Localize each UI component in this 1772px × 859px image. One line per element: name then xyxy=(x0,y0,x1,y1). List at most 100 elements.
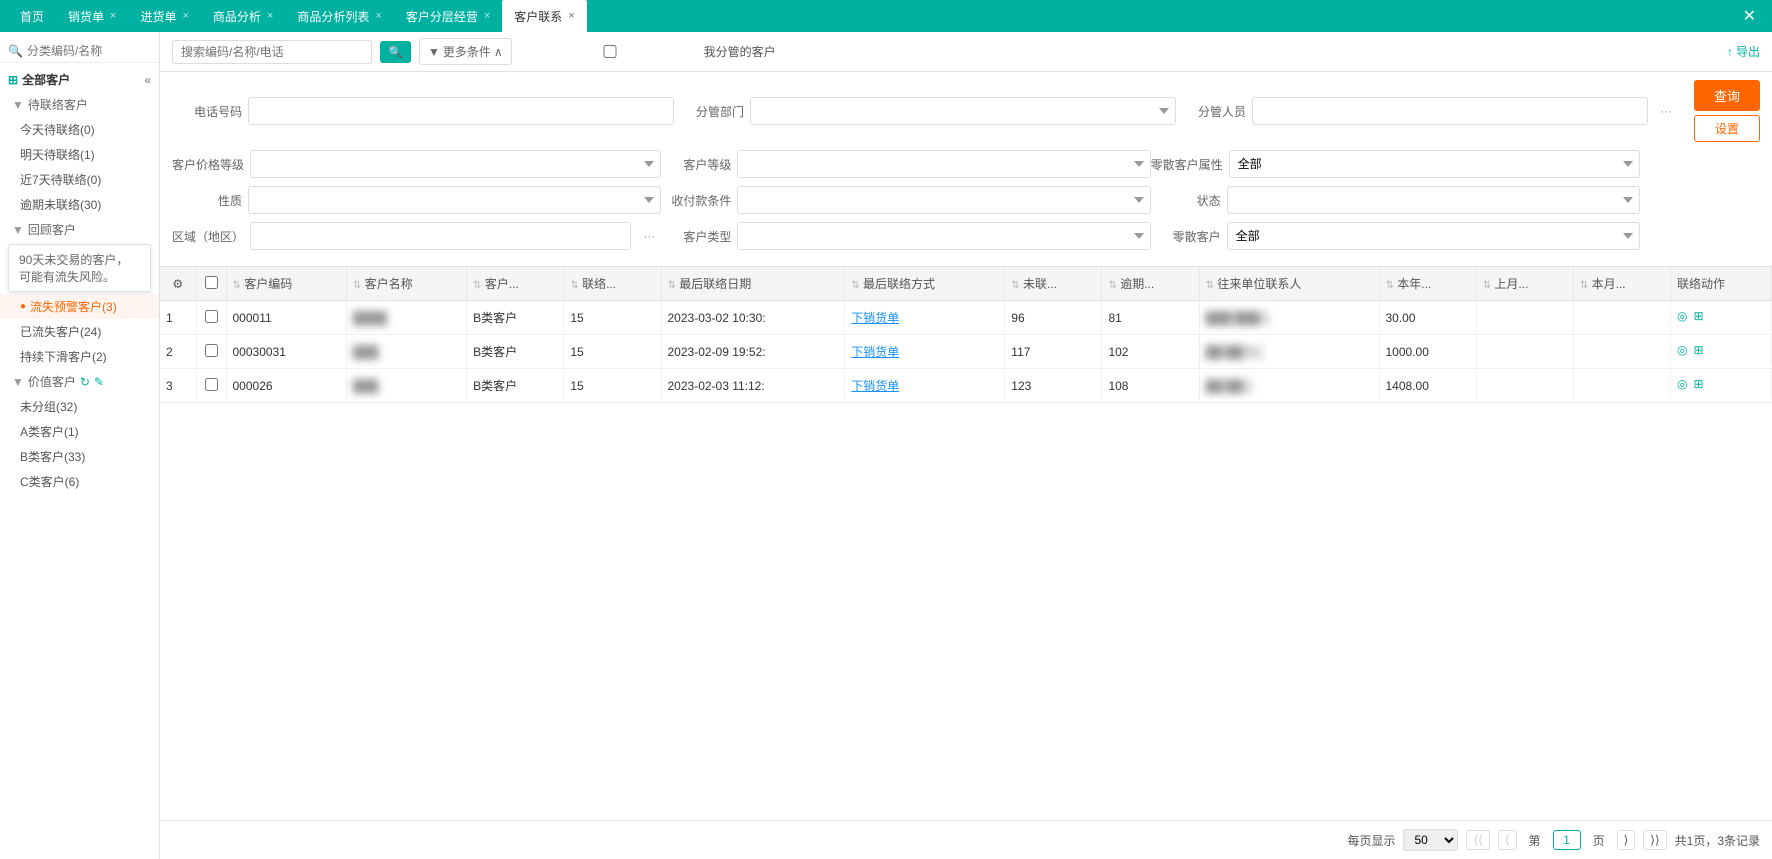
sort-lmonth-icon[interactable]: ⇅ xyxy=(1483,280,1491,291)
action-contact-icon[interactable]: ◎ xyxy=(1677,343,1687,357)
nav-customer-contact[interactable]: 客户联系 × xyxy=(502,0,586,32)
row-actions[interactable]: ◎ ⊞ xyxy=(1671,335,1771,365)
retail-customer-select[interactable]: 全部 xyxy=(1227,222,1640,250)
row-last-method[interactable]: 下销货单 xyxy=(845,301,1005,335)
sidebar-item-churn-warning[interactable]: ● 流失预警客户(3) xyxy=(0,294,159,319)
sidebar-item-class-b[interactable]: B类客户(33) xyxy=(0,444,159,469)
action-more-icon[interactable]: ⊞ xyxy=(1694,309,1704,323)
customer-type-select[interactable] xyxy=(737,222,1150,250)
sort-type-icon[interactable]: ⇅ xyxy=(473,280,481,291)
nav-goods-analysis[interactable]: 商品分析 × xyxy=(201,0,285,32)
section-pending-contact[interactable]: ▼ 待联络客户 xyxy=(0,92,159,117)
dept-select[interactable] xyxy=(750,97,1176,125)
nav-purchase[interactable]: 进货单 × xyxy=(128,0,200,32)
section-review-customers[interactable]: ▼ 回顾客户 xyxy=(0,217,159,242)
row-checkbox-cell[interactable] xyxy=(196,369,226,403)
refresh-value-icon[interactable]: ↻ xyxy=(80,375,90,389)
settings-button[interactable]: 设置 xyxy=(1694,115,1760,142)
sidebar-item-tomorrow-contact[interactable]: 明天待联络(1) xyxy=(0,142,159,167)
row-actions[interactable]: ◎ ⊞ xyxy=(1671,369,1771,399)
retail-attr-select[interactable]: 全部 xyxy=(1229,150,1640,178)
prev-page-button[interactable]: ⟨ xyxy=(1498,830,1517,850)
sort-year-icon[interactable]: ⇅ xyxy=(1386,280,1394,291)
window-close-button[interactable]: ✕ xyxy=(1735,6,1764,26)
phone-label: 电话号码 xyxy=(172,103,242,120)
sidebar-item-7days-contact[interactable]: 近7天待联络(0) xyxy=(0,167,159,192)
sort-date-icon[interactable]: ⇅ xyxy=(668,280,676,291)
sidebar-item-declining[interactable]: 持续下滑客户(2) xyxy=(0,344,159,369)
nature-select[interactable] xyxy=(248,186,661,214)
next-page-button[interactable]: ⟩ xyxy=(1617,830,1636,850)
sidebar-item-class-a[interactable]: A类客户(1) xyxy=(0,419,159,444)
nav-home[interactable]: 首页 xyxy=(8,0,56,32)
row-last-method[interactable]: 下销货单 xyxy=(845,369,1005,403)
row-name: ███ xyxy=(346,335,466,369)
nav-sales[interactable]: 销货单 × xyxy=(56,0,128,32)
th-settings[interactable]: ⚙ xyxy=(160,267,196,301)
sidebar-item-class-c[interactable]: C类客户(6) xyxy=(0,469,159,494)
close-customer-contact-icon[interactable]: × xyxy=(568,10,574,22)
manager-dots[interactable]: ··· xyxy=(1654,104,1678,118)
sidebar-item-already-churned[interactable]: 已流失客户(24) xyxy=(0,319,159,344)
row-checkbox[interactable] xyxy=(205,310,218,323)
row-name: ████ xyxy=(346,301,466,335)
row-actions[interactable]: ◎ ⊞ xyxy=(1671,301,1771,331)
row-checkbox[interactable] xyxy=(205,378,218,391)
my-customers-checkbox-label[interactable]: 我分管的客户 xyxy=(520,43,776,60)
row-checkbox-cell[interactable] xyxy=(196,335,226,369)
region-dots[interactable]: ··· xyxy=(637,229,661,243)
first-page-button[interactable]: ⟨⟨ xyxy=(1466,830,1489,850)
more-conditions-button[interactable]: ▼ 更多条件 ∧ xyxy=(419,38,512,65)
price-level-select[interactable] xyxy=(250,150,661,178)
sidebar-item-today-contact[interactable]: 今天待联络(0) xyxy=(0,117,159,142)
sort-code-icon[interactable]: ⇅ xyxy=(233,280,241,291)
manager-input[interactable] xyxy=(1252,97,1648,125)
action-contact-icon[interactable]: ◎ xyxy=(1677,377,1687,391)
sort-tmonth-icon[interactable]: ⇅ xyxy=(1580,280,1588,291)
all-customers-title[interactable]: ⊞ 全部客户 « xyxy=(0,67,159,92)
sort-contact-icon[interactable]: ⇅ xyxy=(570,280,578,291)
sidebar-item-unclassified[interactable]: 未分组(32) xyxy=(0,394,159,419)
close-sales-icon[interactable]: × xyxy=(110,10,116,22)
close-goods-analysis-list-icon[interactable]: × xyxy=(375,10,381,22)
my-customers-checkbox[interactable] xyxy=(520,45,700,58)
row-checkbox[interactable] xyxy=(205,344,218,357)
section-value-customers[interactable]: ▼ 价值客户 ↻ ✎ xyxy=(0,369,159,394)
nav-customer-tier[interactable]: 客户分层经营 × xyxy=(394,0,502,32)
action-more-icon[interactable]: ⊞ xyxy=(1694,377,1704,391)
sort-name-icon[interactable]: ⇅ xyxy=(353,280,361,291)
payment-select[interactable] xyxy=(737,186,1150,214)
sort-liaison-icon[interactable]: ⇅ xyxy=(1206,280,1214,291)
sidebar-item-overdue-contact[interactable]: 逾期未联络(30) xyxy=(0,192,159,217)
nav-goods-analysis-list[interactable]: 商品分析列表 × xyxy=(285,0,393,32)
close-customer-tier-icon[interactable]: × xyxy=(484,10,490,22)
close-purchase-icon[interactable]: × xyxy=(182,10,188,22)
row-last-method[interactable]: 下销货单 xyxy=(845,335,1005,369)
th-checkbox[interactable] xyxy=(196,267,226,301)
customer-level-select[interactable] xyxy=(737,150,1150,178)
row-checkbox-cell[interactable] xyxy=(196,301,226,335)
edit-value-icon[interactable]: ✎ xyxy=(94,375,104,389)
sidebar-search-input[interactable] xyxy=(27,44,160,58)
row-index: 2 xyxy=(160,335,196,369)
sort-unlink-icon[interactable]: ⇅ xyxy=(1011,280,1019,291)
total-info: 共1页，3条记录 xyxy=(1675,832,1760,849)
search-button[interactable]: 🔍 xyxy=(380,41,411,63)
close-goods-analysis-icon[interactable]: × xyxy=(267,10,273,22)
sort-method-icon[interactable]: ⇅ xyxy=(851,280,859,291)
row-last-date: 2023-03-02 10:30: xyxy=(661,301,845,335)
status-select[interactable] xyxy=(1227,186,1640,214)
th-contact-count: ⇅ 联络... xyxy=(564,267,661,301)
phone-input[interactable] xyxy=(248,97,674,125)
sort-overdue-icon[interactable]: ⇅ xyxy=(1108,280,1116,291)
sidebar-search-field[interactable]: 🔍 xyxy=(0,40,159,63)
last-page-button[interactable]: ⟩⟩ xyxy=(1643,830,1666,850)
action-more-icon[interactable]: ⊞ xyxy=(1694,343,1704,357)
action-contact-icon[interactable]: ◎ xyxy=(1677,309,1687,323)
export-button[interactable]: ↑ 导出 xyxy=(1727,43,1760,60)
per-page-select[interactable]: 50 100 xyxy=(1403,829,1458,851)
query-button[interactable]: 查询 xyxy=(1694,80,1760,111)
region-input[interactable] xyxy=(250,222,631,250)
search-input[interactable] xyxy=(172,40,372,64)
select-all-checkbox[interactable] xyxy=(205,276,218,289)
